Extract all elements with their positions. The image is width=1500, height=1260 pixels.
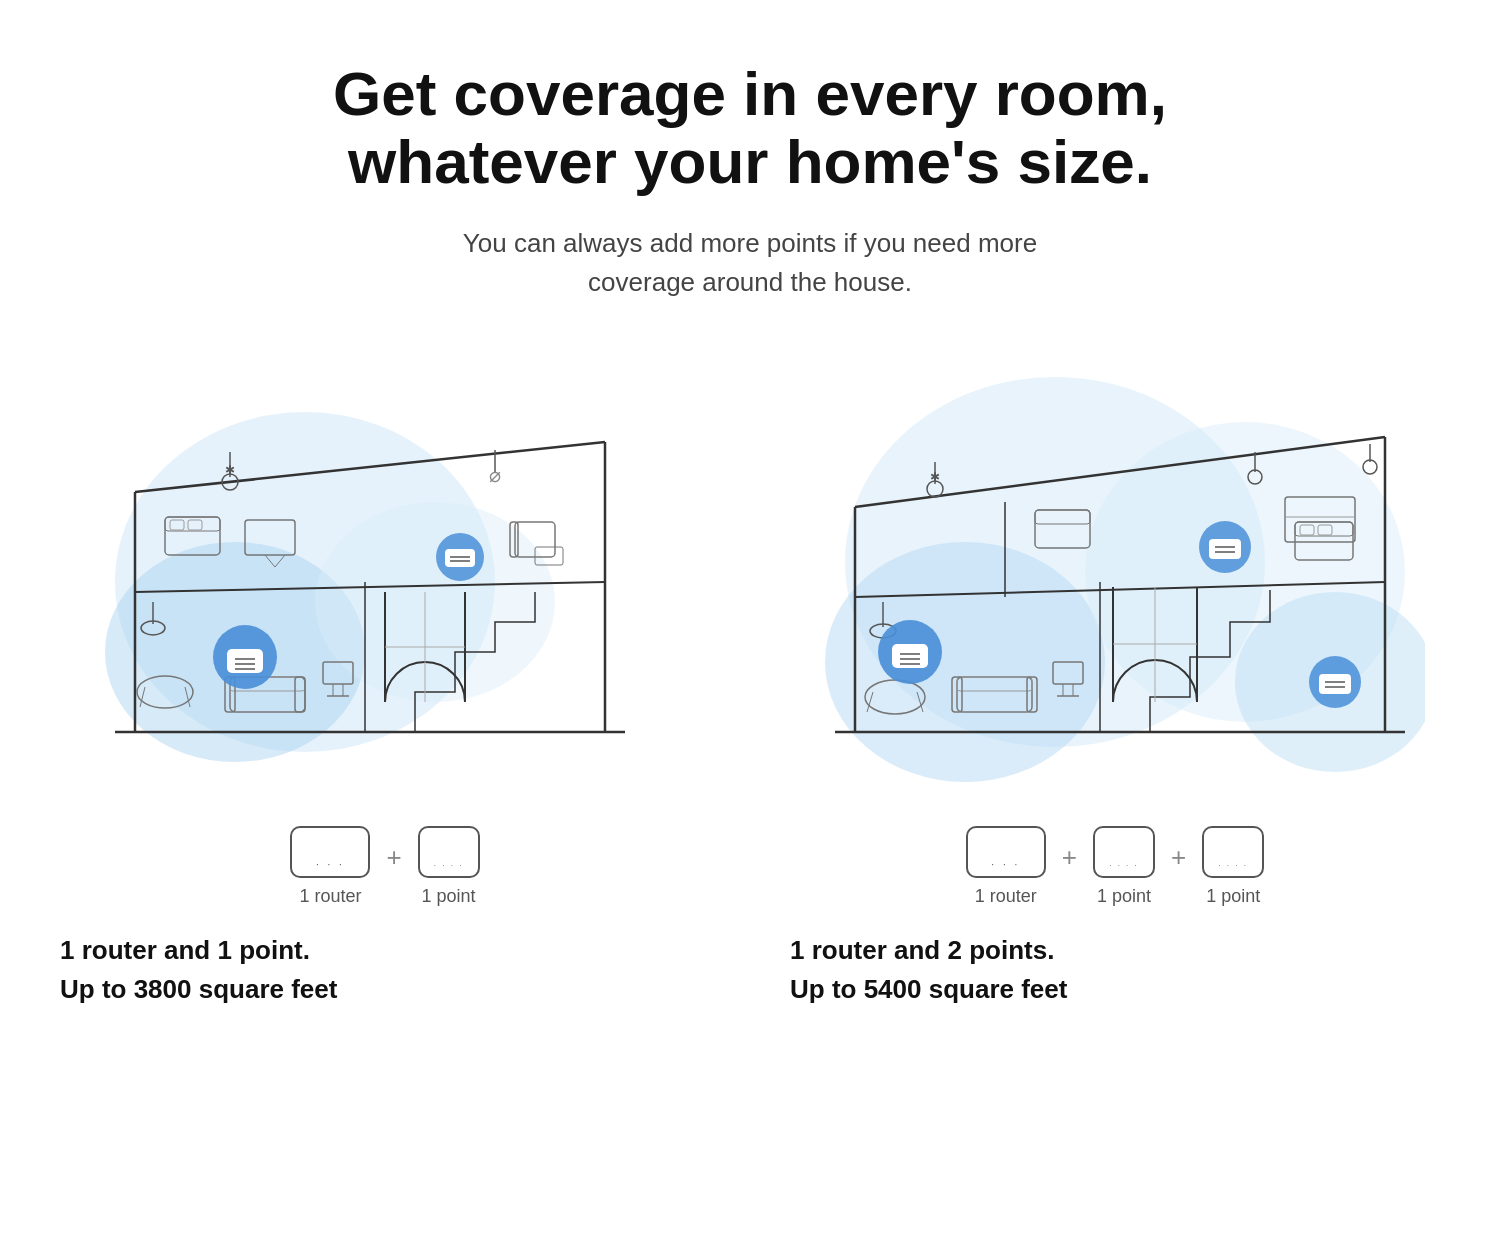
right-house-panel: ✱ <box>780 362 1450 1009</box>
router-icon-right <box>966 826 1046 878</box>
left-point-item: 1 point <box>418 826 480 907</box>
point-icon <box>418 826 480 878</box>
right-point1-label: 1 point <box>1097 886 1151 907</box>
left-point-label: 1 point <box>422 886 476 907</box>
right-router-item: 1 router <box>966 826 1046 907</box>
right-point2-item: 1 point <box>1202 826 1264 907</box>
left-summary: 1 router and 1 point. Up to 3800 square … <box>50 931 337 1009</box>
left-summary-line2: Up to 3800 square feet <box>60 970 337 1009</box>
right-summary-line2: Up to 5400 square feet <box>790 970 1067 1009</box>
svg-text:⌀: ⌀ <box>489 464 501 486</box>
left-devices-row: 1 router + 1 point <box>290 826 479 907</box>
left-router-label: 1 router <box>299 886 361 907</box>
main-title: Get coverage in every room,whatever your… <box>333 60 1167 196</box>
right-devices-row: 1 router + 1 point + 1 point <box>966 826 1264 907</box>
left-summary-line1: 1 router and 1 point. <box>60 931 337 970</box>
svg-rect-100 <box>1319 674 1351 694</box>
right-point2-label: 1 point <box>1206 886 1260 907</box>
right-point1-item: 1 point <box>1093 826 1155 907</box>
svg-text:✱: ✱ <box>930 470 940 484</box>
left-house-panel: ✱ ⌀ <box>50 362 720 1009</box>
left-router-item: 1 router <box>290 826 370 907</box>
right-summary-line1: 1 router and 2 points. <box>790 931 1067 970</box>
right-summary: 1 router and 2 points. Up to 5400 square… <box>780 931 1067 1009</box>
page-header: Get coverage in every room,whatever your… <box>333 60 1167 302</box>
plus-icon-1: + <box>386 842 401 873</box>
router-icon <box>290 826 370 878</box>
svg-text:✱: ✱ <box>225 463 235 477</box>
svg-rect-96 <box>1209 539 1241 559</box>
houses-comparison-row: ✱ ⌀ <box>50 362 1450 1009</box>
right-router-label: 1 router <box>975 886 1037 907</box>
point-icon-1 <box>1093 826 1155 878</box>
plus-icon-2: + <box>1062 842 1077 873</box>
subtitle: You can always add more points if you ne… <box>333 224 1167 302</box>
svg-point-88 <box>1363 460 1377 474</box>
left-house-illustration: ✱ ⌀ <box>75 362 695 802</box>
plus-icon-3: + <box>1171 842 1186 873</box>
svg-point-2 <box>315 502 555 702</box>
svg-rect-45 <box>445 549 475 567</box>
point-icon-2 <box>1202 826 1264 878</box>
right-house-illustration: ✱ <box>805 362 1425 802</box>
